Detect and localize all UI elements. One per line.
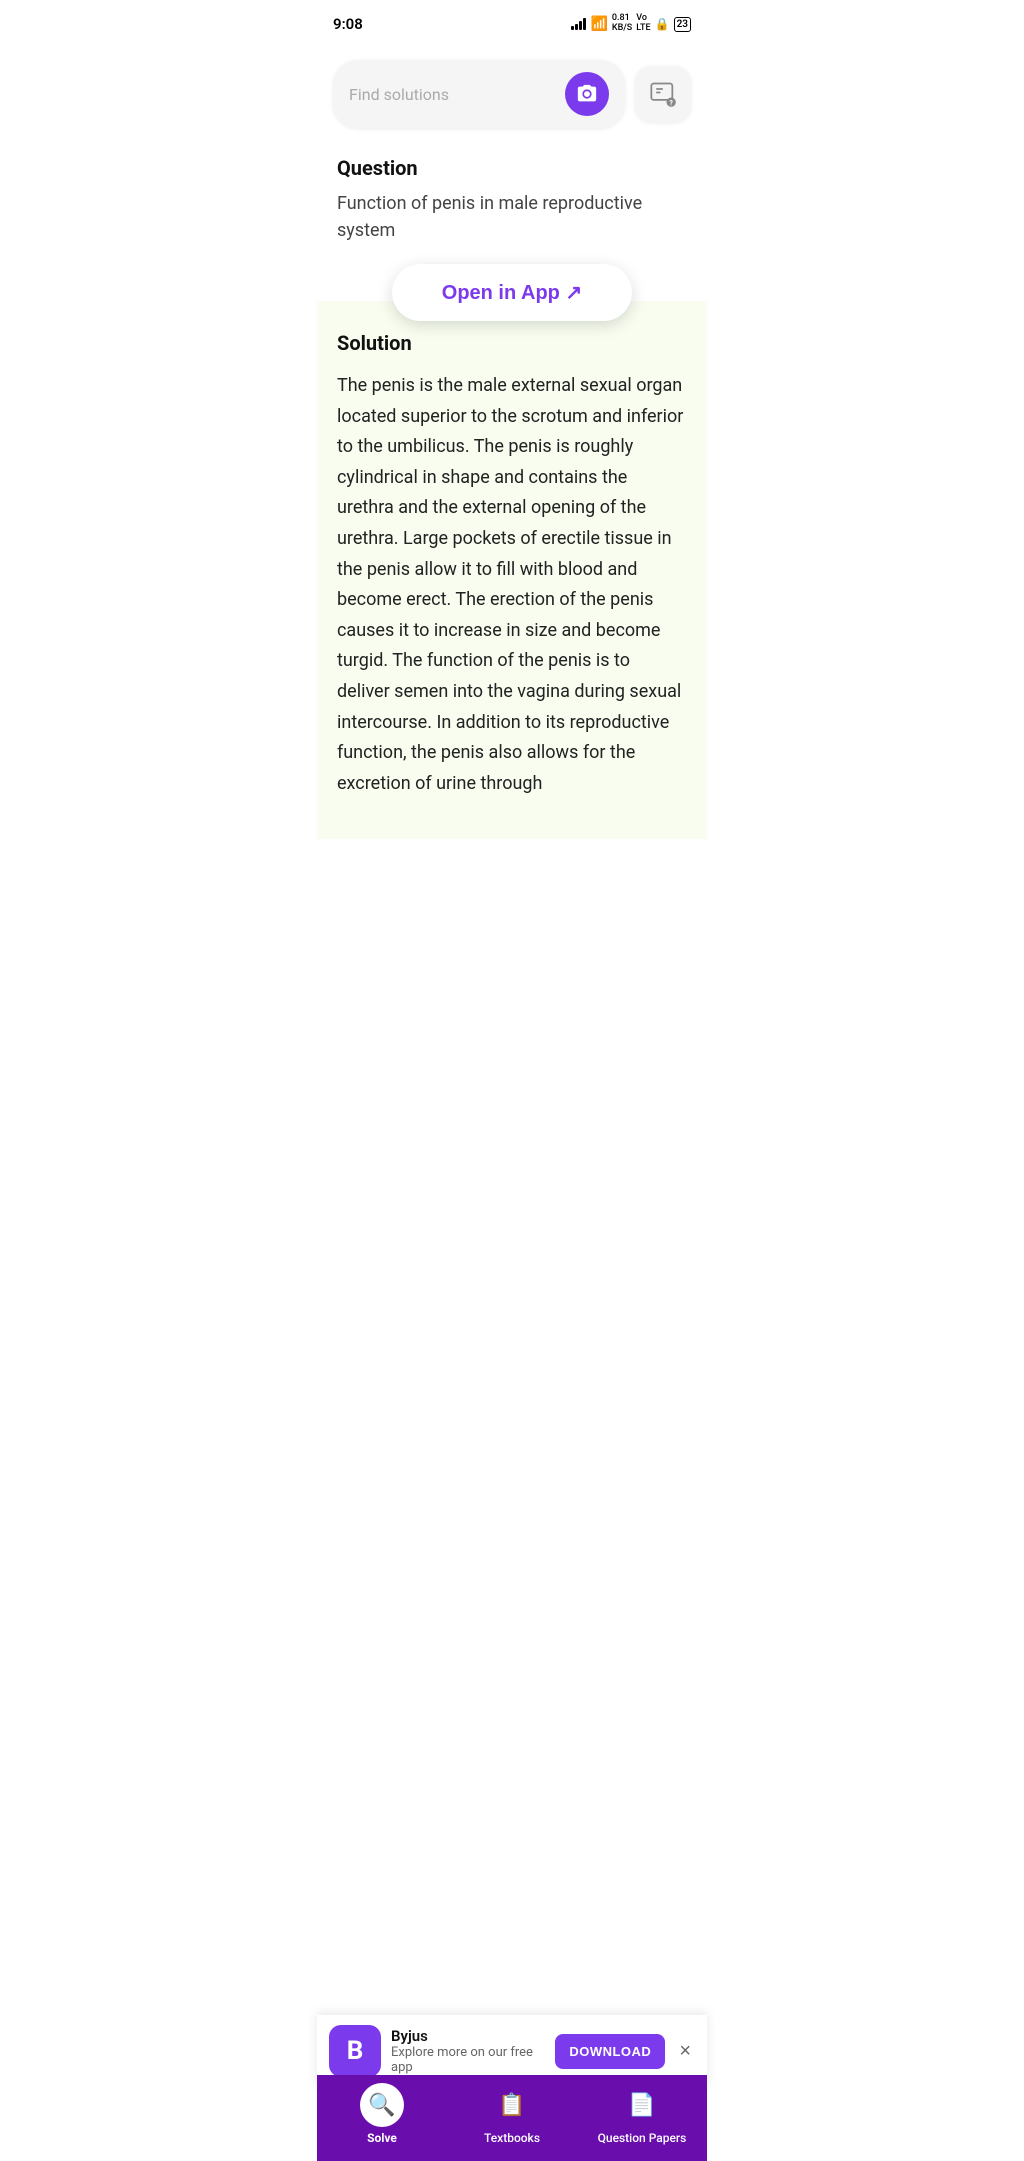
- download-button[interactable]: DOWNLOAD: [555, 2034, 665, 2069]
- nav-label-textbooks: Textbooks: [484, 2131, 540, 2145]
- camera-icon: [576, 83, 598, 105]
- solution-label: Solution: [337, 331, 687, 355]
- solve-icon: 🔍: [368, 2093, 395, 2118]
- open-in-app-button[interactable]: Open in App ↗: [392, 264, 632, 321]
- question-papers-icon: 📄: [628, 2093, 655, 2118]
- nav-item-solve[interactable]: 🔍 Solve: [317, 2083, 447, 2145]
- nav-item-textbooks[interactable]: 📋 Textbooks: [447, 2083, 577, 2145]
- nav-item-question-papers[interactable]: 📄 Question Papers: [577, 2083, 707, 2145]
- help-icon: ?: [649, 80, 677, 108]
- wifi-icon: 📶: [590, 16, 607, 32]
- byjus-description: Explore more on our free app: [391, 2045, 545, 2075]
- question-text: Function of penis in male reproductive s…: [337, 190, 687, 244]
- battery-indicator: 23: [674, 17, 691, 32]
- data-speed: 0.81 KB/S: [612, 14, 632, 34]
- nav-icon-textbooks-container: 📋: [490, 2083, 534, 2127]
- search-placeholder: Find solutions: [349, 85, 555, 104]
- svg-text:?: ?: [669, 100, 673, 108]
- solution-section: Solution The penis is the male external …: [317, 301, 707, 839]
- bottom-navigation: 🔍 Solve 📋 Textbooks 📄 Question Papers: [317, 2075, 707, 2161]
- byjus-logo: B: [329, 2025, 381, 2077]
- open-in-app-container: Open in App ↗: [337, 264, 687, 321]
- textbooks-icon: 📋: [498, 2093, 525, 2118]
- solution-text: The penis is the male external sexual or…: [337, 371, 687, 799]
- lock-icon: 🔒: [655, 17, 670, 31]
- search-bar[interactable]: Find solutions: [333, 60, 625, 128]
- question-section: Question Function of penis in male repro…: [317, 140, 707, 244]
- byjus-app-name: Byjus: [391, 2027, 545, 2045]
- close-banner-button[interactable]: ×: [675, 2036, 695, 2067]
- status-time: 9:08: [333, 15, 363, 33]
- search-section: Find solutions ?: [317, 44, 707, 140]
- nav-icon-question-papers-container: 📄: [620, 2083, 664, 2127]
- status-right: 📶 0.81 KB/S Vo LTE 🔒 23: [571, 14, 691, 34]
- byjus-info: Byjus Explore more on our free app: [391, 2027, 545, 2075]
- camera-button[interactable]: [565, 72, 609, 116]
- status-bar: 9:08 📶 0.81 KB/S Vo LTE 🔒 23: [317, 0, 707, 44]
- byjus-logo-letter: B: [347, 2036, 364, 2066]
- nav-label-solve: Solve: [367, 2131, 397, 2145]
- help-button[interactable]: ?: [635, 66, 691, 122]
- nav-label-question-papers: Question Papers: [598, 2131, 687, 2145]
- nav-icon-solve-container: 🔍: [360, 2083, 404, 2127]
- signal-icon: [571, 18, 586, 30]
- question-label: Question: [337, 156, 687, 180]
- network-type: Vo LTE: [636, 14, 650, 34]
